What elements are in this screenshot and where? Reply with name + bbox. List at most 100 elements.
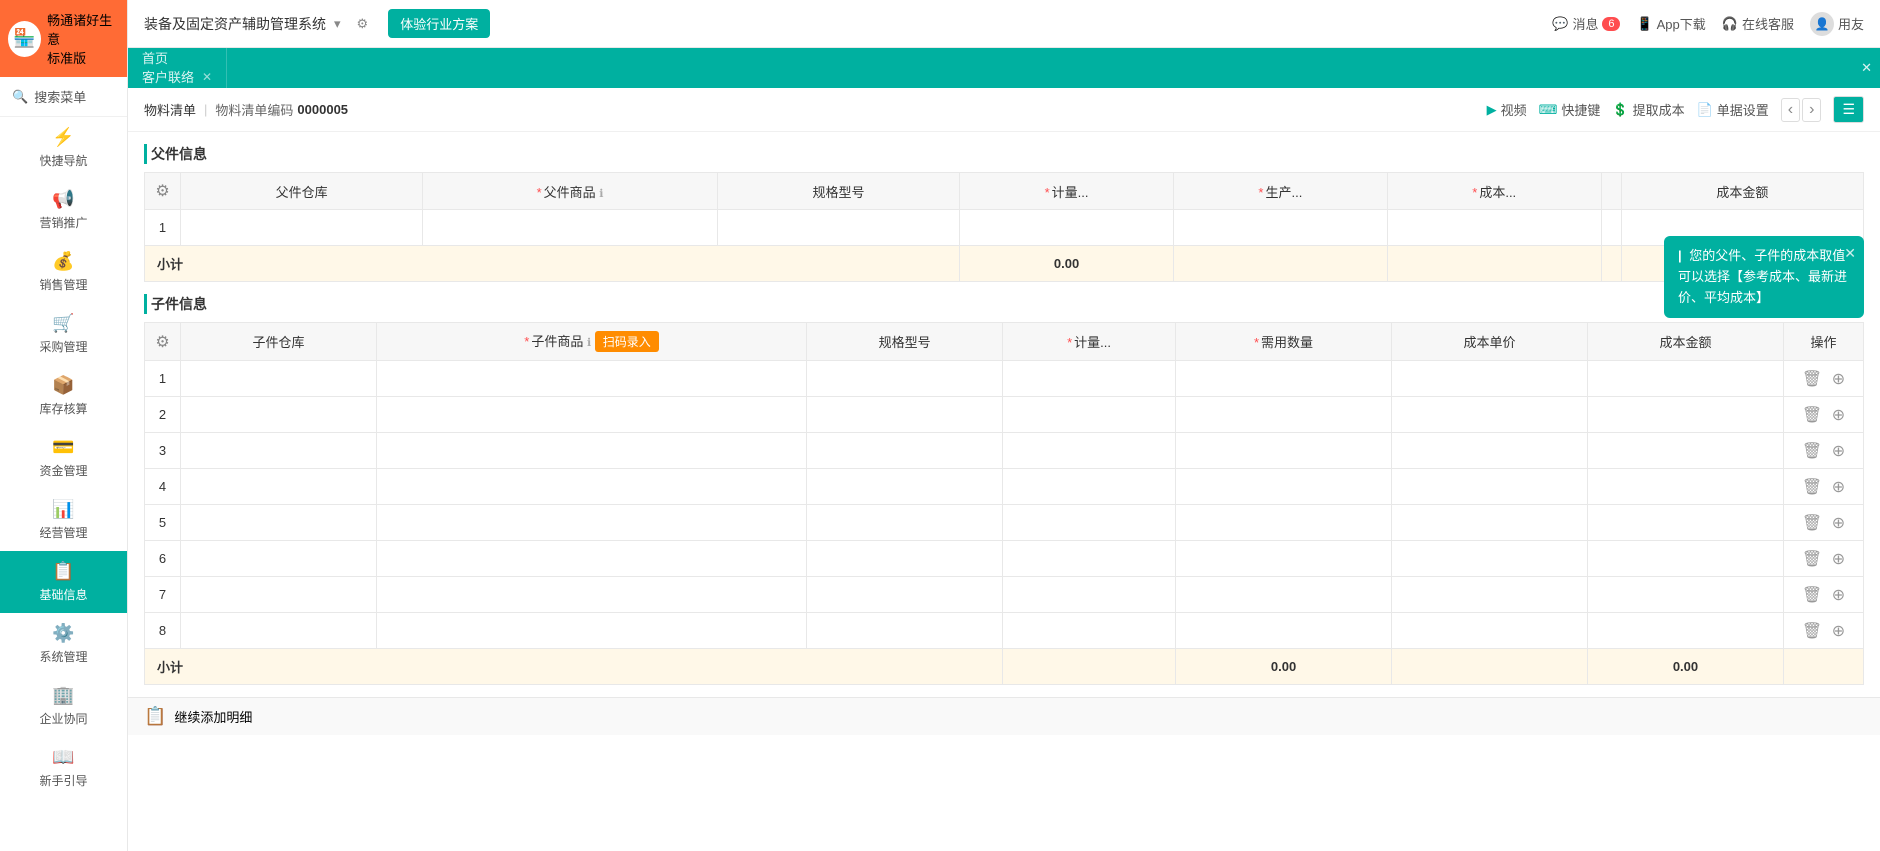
child-row-3-product[interactable] (376, 433, 806, 469)
child-row-1-product[interactable] (376, 361, 806, 397)
scan-btn[interactable]: 扫码录入 (595, 331, 659, 352)
parent-row-1-unit[interactable] (960, 210, 1174, 246)
child-row-4-required-qty[interactable] (1176, 469, 1392, 505)
child-row-8-warehouse[interactable] (181, 613, 377, 649)
child-row-4-spec[interactable] (807, 469, 1003, 505)
child-row-3-unit[interactable] (1003, 433, 1176, 469)
child-row-7-delete-icon[interactable]: 🗑 (1802, 587, 1822, 604)
nav-next-btn[interactable]: › (1802, 98, 1821, 122)
tab-home[interactable]: 首页 (128, 48, 227, 67)
tab-close-customers[interactable]: ✕ (202, 70, 212, 84)
user-btn[interactable]: 👤 用友 (1810, 12, 1864, 36)
child-row-4-delete-icon[interactable]: 🗑 (1802, 479, 1822, 496)
close-all-tabs[interactable]: ✕ (1853, 48, 1880, 88)
child-row-5-warehouse[interactable] (181, 505, 377, 541)
child-row-8-copy-icon[interactable]: ⊕ (1832, 623, 1845, 640)
online-support-btn[interactable]: 🎧 在线客服 (1722, 14, 1794, 33)
child-row-3-spec[interactable] (807, 433, 1003, 469)
parent-th-unit: *计量... (960, 173, 1174, 210)
child-row-7-required-qty[interactable] (1176, 577, 1392, 613)
child-row-3-warehouse[interactable] (181, 433, 377, 469)
child-row-6-required-qty[interactable] (1176, 541, 1392, 577)
shortcut-btn[interactable]: ⌨ 快捷键 (1539, 100, 1601, 119)
child-row-4-product[interactable] (376, 469, 806, 505)
single-settings-btn[interactable]: 📄 单据设置 (1697, 100, 1769, 119)
child-row-1-copy-icon[interactable]: ⊕ (1832, 371, 1845, 388)
child-row-3-copy-icon[interactable]: ⊕ (1832, 443, 1845, 460)
parent-row-1-cost[interactable] (1387, 210, 1601, 246)
sidebar-item-quick-nav[interactable]: ⚡快捷导航 (0, 117, 127, 179)
parent-row-1-product[interactable] (423, 210, 717, 246)
child-row-3-required-qty[interactable] (1176, 433, 1392, 469)
child-row-7-product[interactable] (376, 577, 806, 613)
parent-th-settings[interactable]: ⚙ (145, 173, 181, 210)
child-row-2-product[interactable] (376, 397, 806, 433)
child-row-8-delete-icon[interactable]: 🗑 (1802, 623, 1822, 640)
child-row-7-spec[interactable] (807, 577, 1003, 613)
sidebar-search[interactable]: 🔍 搜索菜单 (0, 77, 127, 117)
sidebar-item-finance[interactable]: 💳资金管理 (0, 427, 127, 489)
parent-row-1-production[interactable] (1173, 210, 1387, 246)
grid-view-btn[interactable]: ☰ (1833, 96, 1864, 123)
child-row-5-product[interactable] (376, 505, 806, 541)
child-row-6-unit[interactable] (1003, 541, 1176, 577)
child-row-8-product[interactable] (376, 613, 806, 649)
parent-subtotal-row: 小计 0.00 0.00 (145, 246, 1864, 282)
tooltip-close[interactable]: ✕ (1844, 242, 1856, 264)
child-row-6-delete-icon[interactable]: 🗑 (1802, 551, 1822, 568)
sidebar-item-marketing[interactable]: 📢营销推广 (0, 179, 127, 241)
child-row-2-required-qty[interactable] (1176, 397, 1392, 433)
tab-customers[interactable]: 客户联络✕ (128, 67, 227, 86)
child-row-1-required-qty[interactable] (1176, 361, 1392, 397)
parent-row-1-warehouse[interactable] (181, 210, 423, 246)
sidebar-item-operation[interactable]: 📊经营管理 (0, 489, 127, 551)
child-row-4-copy-icon[interactable]: ⊕ (1832, 479, 1845, 496)
sidebar-item-sales[interactable]: 💰销售管理 (0, 241, 127, 303)
child-row-6-copy-icon[interactable]: ⊕ (1832, 551, 1845, 568)
child-row-5-spec[interactable] (807, 505, 1003, 541)
child-row-5-delete-icon[interactable]: 🗑 (1802, 515, 1822, 532)
experience-btn[interactable]: 体验行业方案 (388, 9, 490, 38)
app-download-btn[interactable]: 📱 App下载 (1636, 14, 1705, 33)
parent-row-1-spec[interactable] (717, 210, 959, 246)
sidebar-item-enterprise[interactable]: 🏢企业协同 (0, 675, 127, 737)
child-th-settings[interactable]: ⚙ (145, 323, 181, 361)
child-row-1-warehouse[interactable] (181, 361, 377, 397)
child-row-8: 8 🗑 ⊕ (145, 613, 1864, 649)
child-row-7-copy-icon[interactable]: ⊕ (1832, 587, 1845, 604)
sidebar-item-basic-info[interactable]: 📋基础信息 (0, 551, 127, 613)
child-row-6-spec[interactable] (807, 541, 1003, 577)
child-row-4-unit[interactable] (1003, 469, 1176, 505)
child-row-8-spec[interactable] (807, 613, 1003, 649)
child-row-4-warehouse[interactable] (181, 469, 377, 505)
child-row-2-spec[interactable] (807, 397, 1003, 433)
child-row-6-warehouse[interactable] (181, 541, 377, 577)
message-btn[interactable]: 💬 消息 6 (1552, 14, 1620, 33)
view-btn[interactable]: ▶ 视频 (1487, 100, 1527, 119)
child-row-7-warehouse[interactable] (181, 577, 377, 613)
child-row-2-unit[interactable] (1003, 397, 1176, 433)
settings-icon[interactable]: ⚙ (357, 16, 369, 32)
child-row-5-required-qty[interactable] (1176, 505, 1392, 541)
child-row-2-copy-icon[interactable]: ⊕ (1832, 407, 1845, 424)
child-row-3-delete-icon[interactable]: 🗑 (1802, 443, 1822, 460)
child-row-1-unit[interactable] (1003, 361, 1176, 397)
sidebar-item-purchase[interactable]: 🛒采购管理 (0, 303, 127, 365)
child-row-8-unit[interactable] (1003, 613, 1176, 649)
extract-cost-btn[interactable]: 💲 提取成本 (1612, 100, 1684, 119)
sidebar-item-guide[interactable]: 📖新手引导 (0, 737, 127, 799)
child-row-1-spec[interactable] (807, 361, 1003, 397)
child-row-5-unit[interactable] (1003, 505, 1176, 541)
child-row-5-copy-icon[interactable]: ⊕ (1832, 515, 1845, 532)
sidebar-item-inventory[interactable]: 📦库存核算 (0, 365, 127, 427)
child-row-2-delete-icon[interactable]: 🗑 (1802, 407, 1822, 424)
child-row-2-warehouse[interactable] (181, 397, 377, 433)
child-row-7-unit[interactable] (1003, 577, 1176, 613)
nav-prev-btn[interactable]: ‹ (1781, 98, 1800, 122)
child-row-2-num: 2 (145, 397, 181, 433)
child-row-8-required-qty[interactable] (1176, 613, 1392, 649)
sidebar-item-system[interactable]: ⚙️系统管理 (0, 613, 127, 675)
child-row-6-product[interactable] (376, 541, 806, 577)
system-dropdown-icon[interactable]: ▾ (334, 16, 341, 32)
child-row-1-delete-icon[interactable]: 🗑 (1802, 371, 1822, 388)
